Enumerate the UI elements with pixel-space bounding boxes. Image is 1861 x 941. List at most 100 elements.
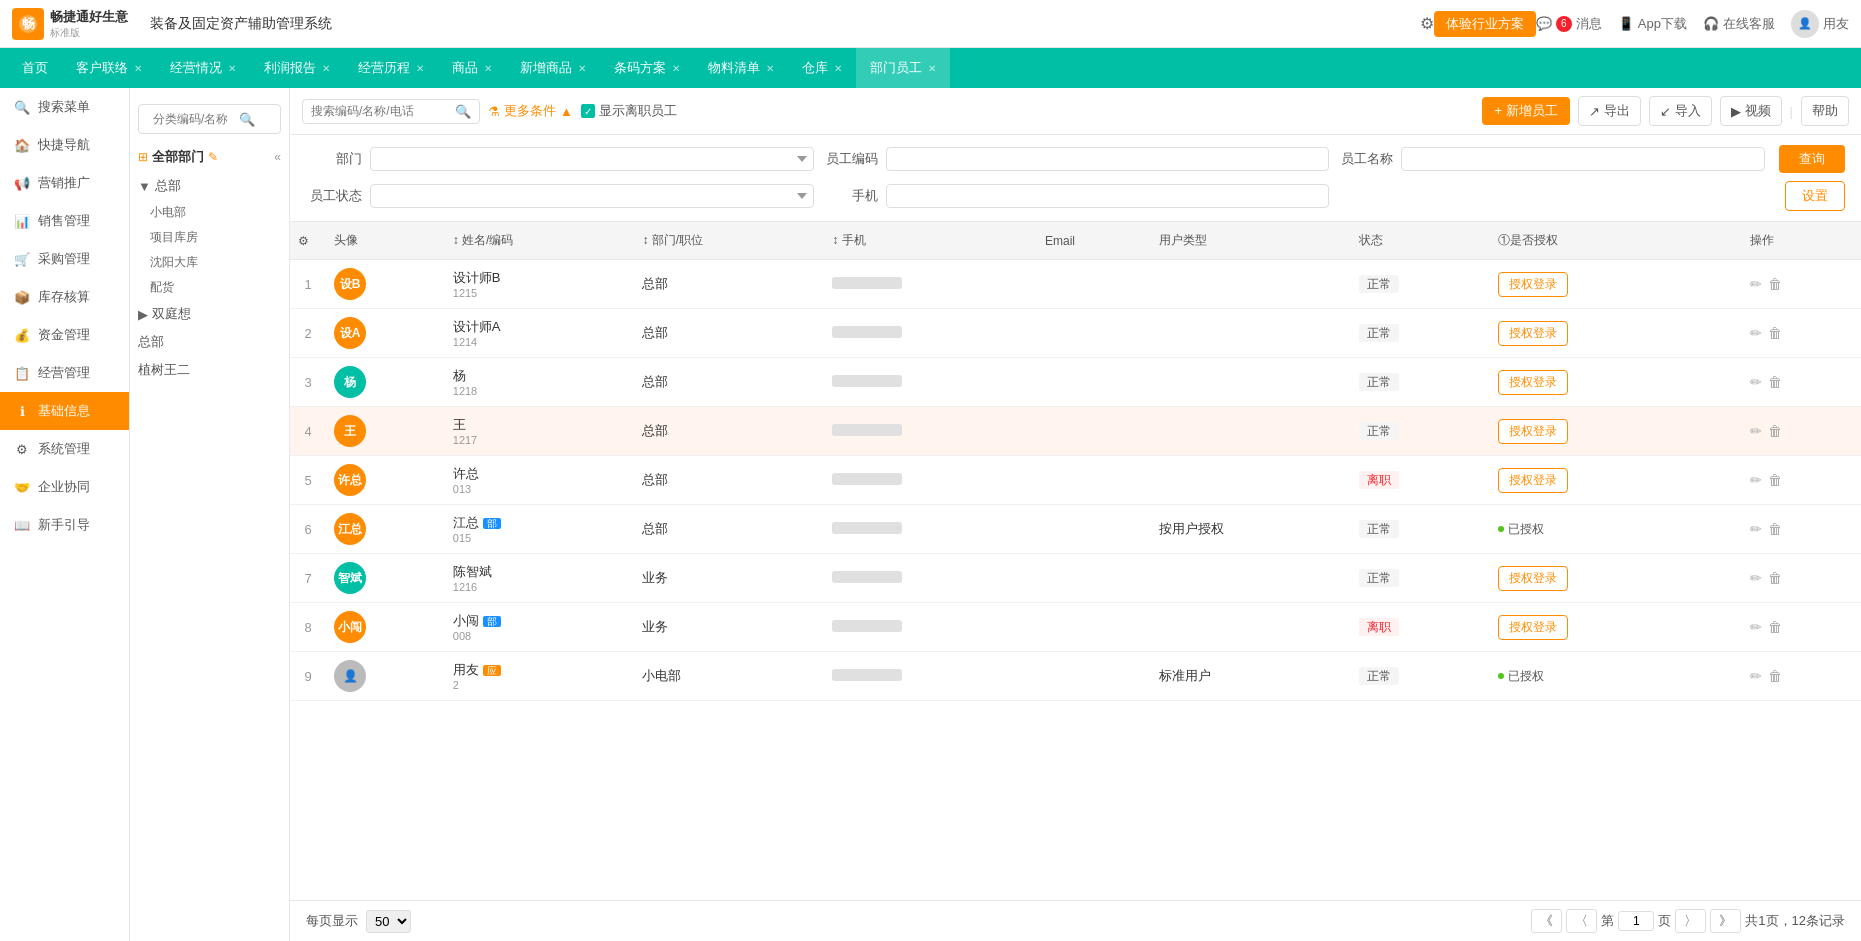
sidebar-item-marketing[interactable]: 📢 营销推广 bbox=[0, 164, 129, 202]
show-resigned-toggle[interactable]: ✓ 显示离职员工 bbox=[581, 102, 677, 120]
edit-icon[interactable]: ✏ bbox=[1750, 472, 1762, 488]
edit-icon[interactable]: ✏ bbox=[1750, 668, 1762, 684]
export-button[interactable]: ↗ 导出 bbox=[1578, 96, 1641, 126]
sidebar-item-finance[interactable]: 💰 资金管理 bbox=[0, 316, 129, 354]
sidebar-item-system[interactable]: ⚙ 系统管理 bbox=[0, 430, 129, 468]
emp-status-select[interactable] bbox=[370, 184, 814, 208]
auth-button[interactable]: 授权登录 bbox=[1498, 566, 1568, 591]
dept-item-zongbu[interactable]: ▼ 总部 bbox=[130, 172, 289, 200]
close-icon[interactable]: ✕ bbox=[484, 63, 492, 74]
tab-profit[interactable]: 利润报告✕ bbox=[250, 48, 344, 88]
delete-icon[interactable]: 🗑 bbox=[1768, 472, 1782, 488]
per-page-select[interactable]: 50 bbox=[366, 910, 411, 933]
close-icon[interactable]: ✕ bbox=[322, 63, 330, 74]
dept-item-shuangtingxiang[interactable]: ▶ 双庭想 bbox=[130, 300, 289, 328]
dept-filter-select[interactable] bbox=[370, 147, 814, 171]
help-button[interactable]: 帮助 bbox=[1801, 96, 1849, 126]
tab-bom[interactable]: 物料清单✕ bbox=[694, 48, 788, 88]
dept-child-shenyang[interactable]: 沈阳大库 bbox=[130, 250, 289, 275]
delete-icon[interactable]: 🗑 bbox=[1768, 521, 1782, 537]
tab-operations[interactable]: 经营情况✕ bbox=[156, 48, 250, 88]
tab-barcode[interactable]: 条码方案✕ bbox=[600, 48, 694, 88]
dept-child-xiaodian[interactable]: 小电部 bbox=[130, 200, 289, 225]
dept-edit-icon[interactable]: ✎ bbox=[208, 150, 218, 164]
close-icon[interactable]: ✕ bbox=[416, 63, 424, 74]
set-button[interactable]: 设置 bbox=[1785, 181, 1845, 211]
auth-button[interactable]: 授权登录 bbox=[1498, 419, 1568, 444]
sidebar-item-guide[interactable]: 📖 新手引导 bbox=[0, 506, 129, 544]
dept-item-zongbu2[interactable]: 总部 bbox=[130, 328, 289, 356]
edit-icon[interactable]: ✏ bbox=[1750, 423, 1762, 439]
sidebar-item-inventory[interactable]: 📦 库存核算 bbox=[0, 278, 129, 316]
add-employee-button[interactable]: + 新增员工 bbox=[1482, 97, 1569, 125]
delete-icon[interactable]: 🗑 bbox=[1768, 276, 1782, 292]
tab-home[interactable]: 首页 bbox=[8, 48, 62, 88]
sidebar-item-purchase[interactable]: 🛒 采购管理 bbox=[0, 240, 129, 278]
tab-history[interactable]: 经营历程✕ bbox=[344, 48, 438, 88]
online-service-button[interactable]: 🎧 在线客服 bbox=[1703, 15, 1775, 33]
close-icon[interactable]: ✕ bbox=[928, 63, 936, 74]
tab-warehouse[interactable]: 仓库✕ bbox=[788, 48, 856, 88]
close-icon[interactable]: ✕ bbox=[228, 63, 236, 74]
edit-icon[interactable]: ✏ bbox=[1750, 374, 1762, 390]
sidebar-item-shortcut[interactable]: 🏠 快捷导航 bbox=[0, 126, 129, 164]
message-button[interactable]: 💬 6 消息 bbox=[1536, 15, 1602, 33]
last-page-button[interactable]: 》 bbox=[1710, 909, 1741, 933]
th-dept[interactable]: ↕ 部门/职位 bbox=[634, 222, 824, 260]
emp-name-input[interactable] bbox=[1401, 147, 1765, 171]
close-icon[interactable]: ✕ bbox=[834, 63, 842, 74]
dept-child-peihuo[interactable]: 配货 bbox=[130, 275, 289, 300]
prev-page-button[interactable]: 〈 bbox=[1566, 909, 1597, 933]
edit-icon[interactable]: ✏ bbox=[1750, 619, 1762, 635]
delete-icon[interactable]: 🗑 bbox=[1768, 619, 1782, 635]
auth-button[interactable]: 授权登录 bbox=[1498, 370, 1568, 395]
dept-child-project[interactable]: 项目库房 bbox=[130, 225, 289, 250]
next-page-button[interactable]: 〉 bbox=[1675, 909, 1706, 933]
auth-button[interactable]: 授权登录 bbox=[1498, 468, 1568, 493]
sidebar-item-sales[interactable]: 📊 销售管理 bbox=[0, 202, 129, 240]
user-area[interactable]: 👤 用友 bbox=[1791, 10, 1849, 38]
all-dept-item[interactable]: ⊞ 全部部门 ✎ « bbox=[130, 142, 289, 172]
delete-icon[interactable]: 🗑 bbox=[1768, 374, 1782, 390]
tab-goods[interactable]: 商品✕ bbox=[438, 48, 506, 88]
tab-department[interactable]: 部门员工✕ bbox=[856, 48, 950, 88]
sidebar-item-management[interactable]: 📋 经营管理 bbox=[0, 354, 129, 392]
auth-button[interactable]: 授权登录 bbox=[1498, 321, 1568, 346]
delete-icon[interactable]: 🗑 bbox=[1768, 668, 1782, 684]
query-button[interactable]: 查询 bbox=[1779, 145, 1845, 173]
tab-customer[interactable]: 客户联络✕ bbox=[62, 48, 156, 88]
delete-icon[interactable]: 🗑 bbox=[1768, 423, 1782, 439]
page-number-input[interactable] bbox=[1618, 911, 1654, 931]
dept-item-zhishuwanger[interactable]: 植树王二 bbox=[130, 356, 289, 384]
gear-button[interactable]: ⚙ bbox=[1420, 14, 1434, 33]
tab-new-goods[interactable]: 新增商品✕ bbox=[506, 48, 600, 88]
th-phone[interactable]: ↕ 手机 bbox=[824, 222, 1037, 260]
sidebar-item-cooperation[interactable]: 🤝 企业协同 bbox=[0, 468, 129, 506]
edit-icon[interactable]: ✏ bbox=[1750, 325, 1762, 341]
delete-icon[interactable]: 🗑 bbox=[1768, 570, 1782, 586]
experience-button[interactable]: 体验行业方案 bbox=[1434, 11, 1536, 37]
emp-code-input[interactable] bbox=[886, 147, 1330, 171]
search-input[interactable] bbox=[311, 104, 451, 118]
close-icon[interactable]: ✕ bbox=[766, 63, 774, 74]
dept-search-input[interactable] bbox=[145, 108, 235, 130]
auth-button[interactable]: 授权登录 bbox=[1498, 615, 1568, 640]
close-icon[interactable]: ✕ bbox=[672, 63, 680, 74]
more-filters-button[interactable]: ⚗ 更多条件 ▲ bbox=[488, 102, 573, 120]
close-icon[interactable]: ✕ bbox=[134, 63, 142, 74]
app-download-button[interactable]: 📱 App下载 bbox=[1618, 15, 1687, 33]
auth-button[interactable]: 授权登录 bbox=[1498, 272, 1568, 297]
sidebar-item-basic-info[interactable]: ℹ 基础信息 bbox=[0, 392, 129, 430]
phone-input[interactable] bbox=[886, 184, 1330, 208]
import-button[interactable]: ↙ 导入 bbox=[1649, 96, 1712, 126]
first-page-button[interactable]: 《 bbox=[1531, 909, 1562, 933]
close-icon[interactable]: ✕ bbox=[578, 63, 586, 74]
edit-icon[interactable]: ✏ bbox=[1750, 521, 1762, 537]
delete-icon[interactable]: 🗑 bbox=[1768, 325, 1782, 341]
dept-collapse-icon[interactable]: « bbox=[274, 150, 281, 164]
view-button[interactable]: ▶ 视频 bbox=[1720, 96, 1782, 126]
th-name[interactable]: ↕ 姓名/编码 bbox=[445, 222, 635, 260]
sidebar-item-search[interactable]: 🔍 搜索菜单 bbox=[0, 88, 129, 126]
edit-icon[interactable]: ✏ bbox=[1750, 276, 1762, 292]
edit-icon[interactable]: ✏ bbox=[1750, 570, 1762, 586]
